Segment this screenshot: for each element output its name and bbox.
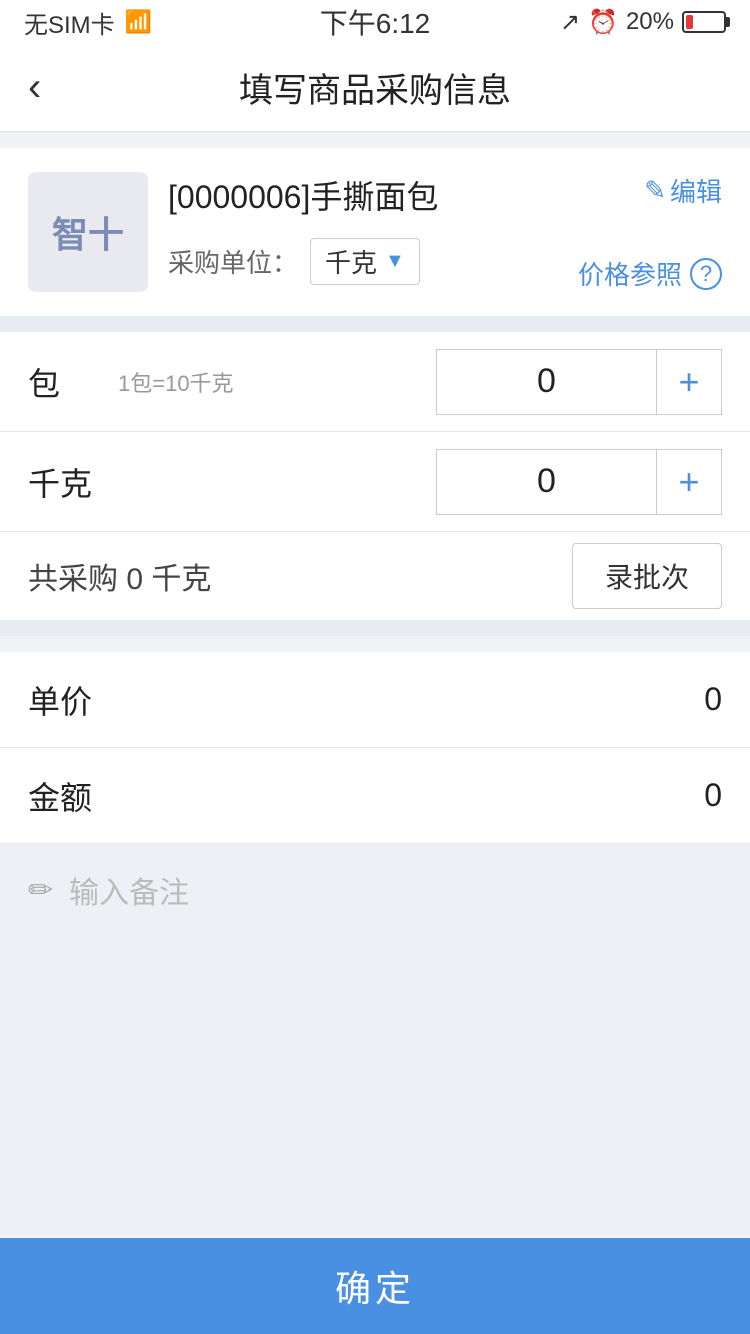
input-section: 包 1包=10千克 + 千克 + [0, 332, 750, 532]
summary-text: 共采购 0 千克 [28, 554, 211, 598]
kg-quantity-input[interactable] [436, 449, 656, 515]
kg-label: 千克 [28, 459, 108, 505]
status-bar: 无SIM卡 📶 下午6:12 ↗ ⏰ 20% [0, 0, 750, 44]
unit-selector[interactable]: 千克 ▼ [310, 238, 420, 285]
product-logo: 智十 [52, 206, 124, 258]
remark-section[interactable]: ✏ 输入备注 [0, 844, 750, 936]
edit-icon: ✎ [644, 175, 666, 206]
amount-value: 0 [704, 777, 722, 814]
price-ref-button[interactable]: 价格参照 ? [578, 255, 722, 292]
summary-quantity: 0 [126, 563, 143, 596]
kg-input-row: 千克 + [0, 432, 750, 532]
status-time: 下午6:12 [320, 2, 431, 42]
summary-prefix: 共采购 [28, 563, 118, 596]
location-icon: ↗ [560, 8, 580, 37]
unit-price-value: 0 [704, 681, 722, 718]
product-image: 智十 [28, 172, 148, 292]
bag-input-row: 包 1包=10千克 + [0, 332, 750, 432]
divider-1 [0, 316, 750, 332]
bag-sublabel: 1包=10千克 [118, 366, 234, 398]
page-title: 填写商品采购信息 [239, 63, 511, 112]
unit-price-row: 单价 0 [0, 652, 750, 748]
bottom-area [0, 936, 750, 1236]
battery-percent: 20% [626, 8, 674, 36]
nav-bar: ‹ 填写商品采购信息 [0, 44, 750, 132]
unit-dropdown-arrow: ▼ [385, 250, 405, 273]
unit-value: 千克 [325, 243, 377, 280]
status-right: ↗ ⏰ 20% [560, 8, 726, 37]
bag-input-right: + [436, 349, 722, 415]
confirm-button[interactable]: 确定 [0, 1238, 750, 1334]
carrier-label: 无SIM卡 [24, 5, 115, 40]
summary-row: 共采购 0 千克 录批次 [0, 532, 750, 620]
product-card: 智十 [0000006]手撕面包 采购单位： 千克 ▼ ✎ 编辑 价格参照 ? [0, 148, 750, 316]
battery-icon [682, 11, 726, 33]
amount-label: 金额 [28, 773, 92, 819]
kg-plus-button[interactable]: + [656, 449, 722, 515]
bag-label: 包 [28, 359, 108, 405]
kg-input-right: + [436, 449, 722, 515]
back-button[interactable]: ‹ [28, 65, 41, 110]
wifi-icon: 📶 [125, 9, 152, 35]
batch-button[interactable]: 录批次 [572, 543, 722, 609]
remark-placeholder: 输入备注 [69, 868, 189, 912]
amount-row: 金额 0 [0, 748, 750, 844]
price-info-section: 单价 0 金额 0 [0, 652, 750, 844]
product-name: [0000006]手撕面包 [168, 172, 722, 218]
pencil-icon: ✏ [28, 873, 53, 908]
unit-prefix-label: 采购单位： [168, 243, 298, 280]
status-left: 无SIM卡 📶 [24, 5, 152, 40]
help-icon: ? [690, 258, 722, 290]
summary-unit: 千克 [151, 563, 211, 596]
edit-button[interactable]: ✎ 编辑 [644, 172, 722, 209]
edit-label: 编辑 [670, 172, 722, 209]
divider-2 [0, 620, 750, 636]
bag-quantity-input[interactable] [436, 349, 656, 415]
alarm-icon: ⏰ [588, 8, 618, 37]
price-ref-label: 价格参照 [578, 255, 682, 292]
unit-price-label: 单价 [28, 677, 92, 723]
bag-plus-button[interactable]: + [656, 349, 722, 415]
